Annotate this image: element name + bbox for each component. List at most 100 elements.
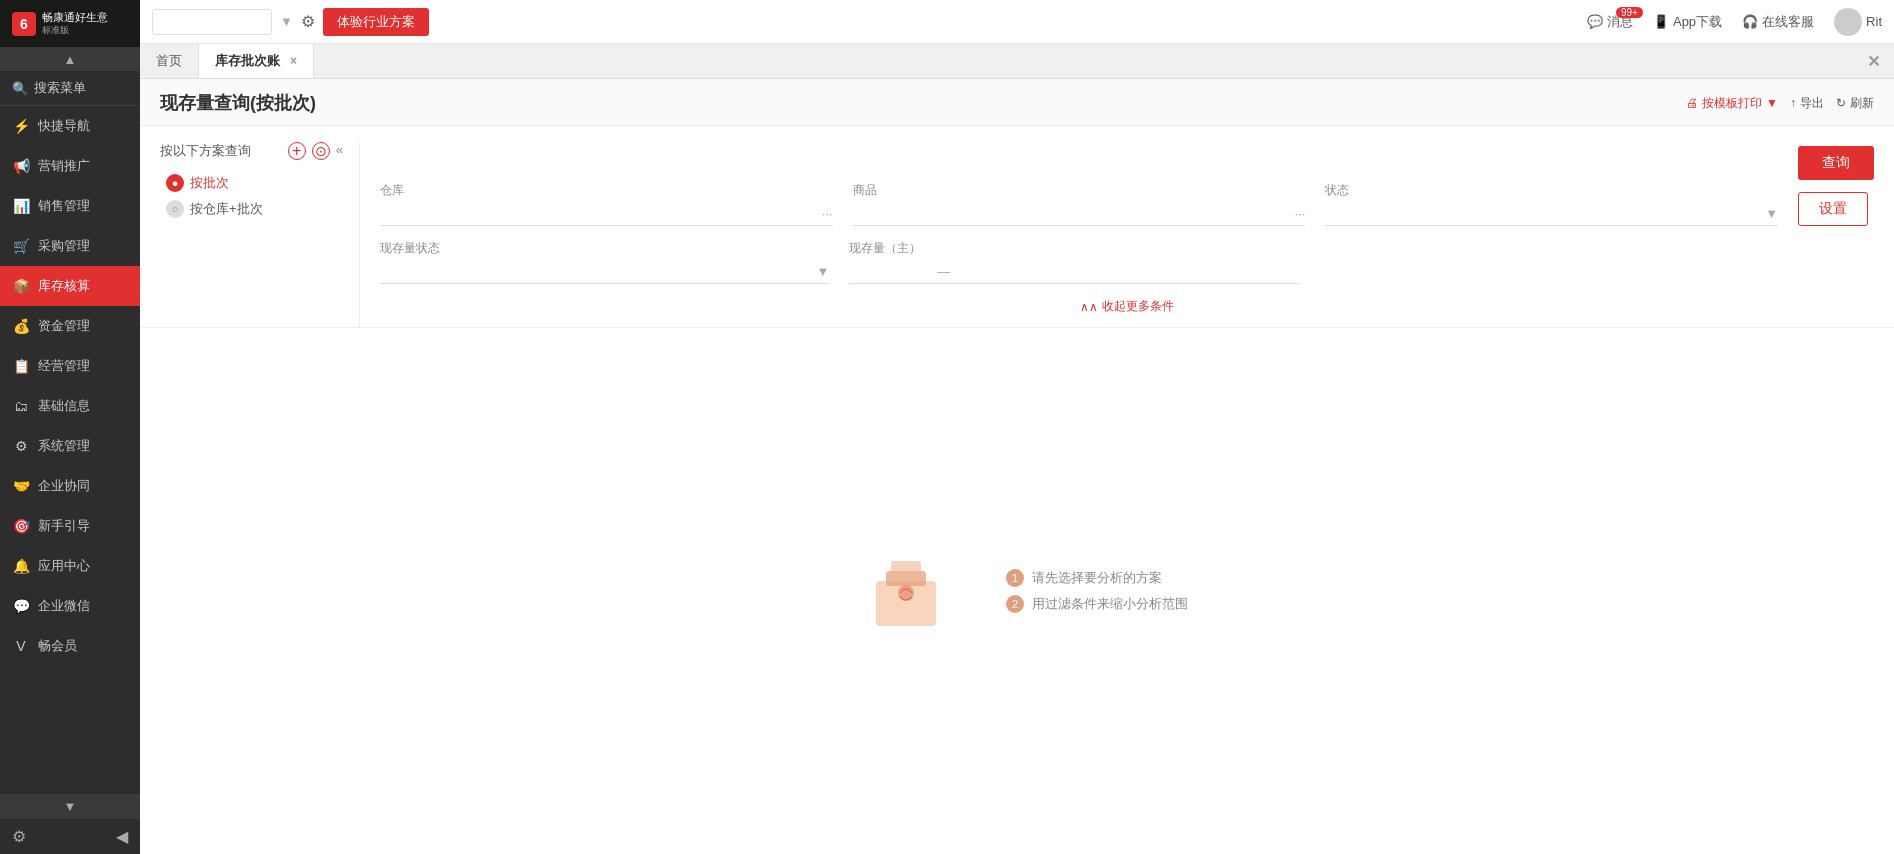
message-item[interactable]: 💬 消息 99+: [1587, 13, 1633, 31]
product-input-wrap: ···: [853, 202, 1306, 226]
company-name: 畅康通好生意: [42, 10, 108, 24]
sidebar-item-guide[interactable]: 🎯 新手引导: [0, 506, 140, 546]
sidebar-item-label: 销售管理: [38, 197, 90, 215]
sales-icon: 📊: [12, 197, 30, 215]
finance-icon: 💰: [12, 317, 30, 335]
topbar-dropdown-arrow-icon[interactable]: ▼: [280, 14, 293, 29]
warehouse-more-icon[interactable]: ···: [822, 206, 833, 221]
condition-row-1: 仓库 ··· 商品 ···: [380, 142, 1874, 226]
app-download-item[interactable]: 📱 App下载: [1653, 13, 1722, 31]
filter-panel-actions: + ⊙ «: [288, 142, 343, 160]
enterprise-icon: 🤝: [12, 477, 30, 495]
wechat-icon: 💬: [12, 597, 30, 615]
empty-tip-1: 1 请先选择要分析的方案: [1006, 569, 1188, 587]
sidebar-scroll-down[interactable]: ▼: [0, 794, 140, 818]
print-dropdown-icon: ▼: [1766, 96, 1778, 110]
topbar: ▼ ⚙ 体验行业方案 💬 消息 99+ 📱 App下载 🎧 在线客服 Rit: [140, 0, 1894, 44]
collapse-text: 收起更多条件: [1102, 298, 1174, 315]
sidebar-item-appstore[interactable]: 🔔 应用中心: [0, 546, 140, 586]
settings-footer-icon[interactable]: ⚙: [12, 827, 26, 846]
filter-panel: 按以下方案查询 + ⊙ « ● 按批次 ○ 按仓库+批次: [160, 142, 360, 327]
sidebar-item-label: 资金管理: [38, 317, 90, 335]
user-avatar-item[interactable]: Rit: [1834, 8, 1882, 36]
qty-min-input[interactable]: [849, 264, 929, 279]
qty-label: 现存量（主）: [849, 240, 1298, 257]
qty-separator: —: [937, 264, 950, 279]
filter-panel-header: 按以下方案查询 + ⊙ «: [160, 142, 343, 160]
warehouse-condition: 仓库 ···: [380, 182, 833, 226]
conditions-area: 仓库 ··· 商品 ···: [360, 142, 1874, 327]
tab-inventory-batch[interactable]: 库存批次账 ×: [199, 44, 314, 78]
qty-max-input[interactable]: [958, 264, 1038, 279]
status-dropdown-wrap: ▼: [1325, 202, 1778, 226]
topbar-settings-icon[interactable]: ⚙: [301, 12, 315, 31]
marketing-icon: 📢: [12, 157, 30, 175]
search-icon: 🔍: [12, 81, 28, 96]
sidebar-item-basic-info[interactable]: 🗂 基础信息: [0, 386, 140, 426]
sidebar-item-member[interactable]: V 畅会员: [0, 626, 140, 666]
status-condition: 状态 ▼: [1325, 182, 1778, 226]
collapse-panel-icon[interactable]: «: [336, 142, 343, 160]
sidebar-item-label: 基础信息: [38, 397, 90, 415]
collapse-sidebar-icon[interactable]: ◀: [116, 827, 128, 846]
refresh-button[interactable]: ↻ 刷新: [1836, 95, 1874, 112]
tab-close-icon[interactable]: ×: [290, 54, 297, 68]
empty-state-content: 1 请先选择要分析的方案 2 用过滤条件来缩小分析范围: [846, 531, 1188, 651]
sidebar-item-purchase[interactable]: 🛒 采购管理: [0, 226, 140, 266]
sidebar-footer: ⚙ ◀: [0, 818, 140, 854]
filter-panel-title: 按以下方案查询: [160, 142, 251, 160]
query-button[interactable]: 查询: [1798, 146, 1874, 180]
inventory-status-dropdown-wrap: ▼: [380, 260, 829, 284]
warehouse-input-wrap: ···: [380, 202, 833, 226]
member-icon: V: [12, 637, 30, 655]
filter-area: 按以下方案查询 + ⊙ « ● 按批次 ○ 按仓库+批次: [140, 126, 1894, 328]
export-icon: ↑: [1790, 96, 1796, 110]
product-more-icon[interactable]: ···: [1295, 206, 1306, 221]
close-all-tabs-button[interactable]: ✕: [1853, 46, 1894, 77]
product-input[interactable]: [853, 206, 1295, 221]
main-area: ▼ ⚙ 体验行业方案 💬 消息 99+ 📱 App下载 🎧 在线客服 Rit: [140, 0, 1894, 854]
purchase-icon: 🛒: [12, 237, 30, 255]
try-industry-button[interactable]: 体验行业方案: [323, 8, 429, 36]
warehouse-input[interactable]: [380, 206, 822, 221]
empty-illustration: [846, 531, 966, 651]
inventory-status-dropdown[interactable]: [380, 264, 816, 279]
shortcuts-icon: ⚡: [12, 117, 30, 135]
sidebar-item-finance[interactable]: 💰 资金管理: [0, 306, 140, 346]
status-dropdown[interactable]: [1325, 206, 1765, 221]
sidebar-item-system[interactable]: ⚙ 系统管理: [0, 426, 140, 466]
plan-inactive-icon: ○: [166, 200, 184, 218]
query-action-buttons: 查询 设置: [1798, 142, 1874, 226]
empty-tip-2: 2 用过滤条件来缩小分析范围: [1006, 595, 1188, 613]
collapse-more-conditions[interactable]: ∧∧ 收起更多条件: [380, 298, 1874, 315]
sidebar-item-wechat[interactable]: 💬 企业微信: [0, 586, 140, 626]
sidebar-item-enterprise[interactable]: 🤝 企业协同: [0, 466, 140, 506]
topbar-search-input[interactable]: [152, 9, 272, 35]
settings-button[interactable]: 设置: [1798, 192, 1868, 226]
sidebar-item-sales[interactable]: 📊 销售管理: [0, 186, 140, 226]
online-service-label: 在线客服: [1762, 13, 1814, 31]
sidebar-item-label: 经营管理: [38, 357, 90, 375]
sidebar: 6 畅康通好生意 标准版 ▲ 🔍 搜索菜单 ⚡ 快捷导航 📢 营销推广 📊 销售…: [0, 0, 140, 854]
print-button[interactable]: 🖨 按模板打印 ▼: [1686, 95, 1778, 112]
page-content: 现存量查询(按批次) 🖨 按模板打印 ▼ ↑ 导出 ↻ 刷新: [140, 79, 1894, 854]
management-icon: 📋: [12, 357, 30, 375]
sidebar-item-marketing[interactable]: 📢 营销推广: [0, 146, 140, 186]
sidebar-item-label: 新手引导: [38, 517, 90, 535]
online-service-item[interactable]: 🎧 在线客服: [1742, 13, 1814, 31]
sidebar-item-shortcuts[interactable]: ⚡ 快捷导航: [0, 106, 140, 146]
condition-row-2: 现存量状态 ▼ 现存量（主） —: [380, 240, 1874, 284]
sidebar-scroll-up[interactable]: ▲: [0, 47, 140, 71]
sidebar-search[interactable]: 🔍 搜索菜单: [0, 71, 140, 106]
plan-item-by-warehouse-batch[interactable]: ○ 按仓库+批次: [160, 196, 343, 222]
sidebar-nav: ⚡ 快捷导航 📢 营销推广 📊 销售管理 🛒 采购管理 📦 库存核算 💰 资金管…: [0, 106, 140, 794]
sidebar-item-label: 快捷导航: [38, 117, 90, 135]
empty-state: 1 请先选择要分析的方案 2 用过滤条件来缩小分析范围: [140, 328, 1894, 854]
plan-item-by-batch[interactable]: ● 按批次: [160, 170, 343, 196]
sidebar-item-management[interactable]: 📋 经营管理: [0, 346, 140, 386]
export-button[interactable]: ↑ 导出: [1790, 95, 1824, 112]
sidebar-item-inventory[interactable]: 📦 库存核算: [0, 266, 140, 306]
tab-home[interactable]: 首页: [140, 44, 199, 78]
settings-plan-icon[interactable]: ⊙: [312, 142, 330, 160]
add-plan-icon[interactable]: +: [288, 142, 306, 160]
